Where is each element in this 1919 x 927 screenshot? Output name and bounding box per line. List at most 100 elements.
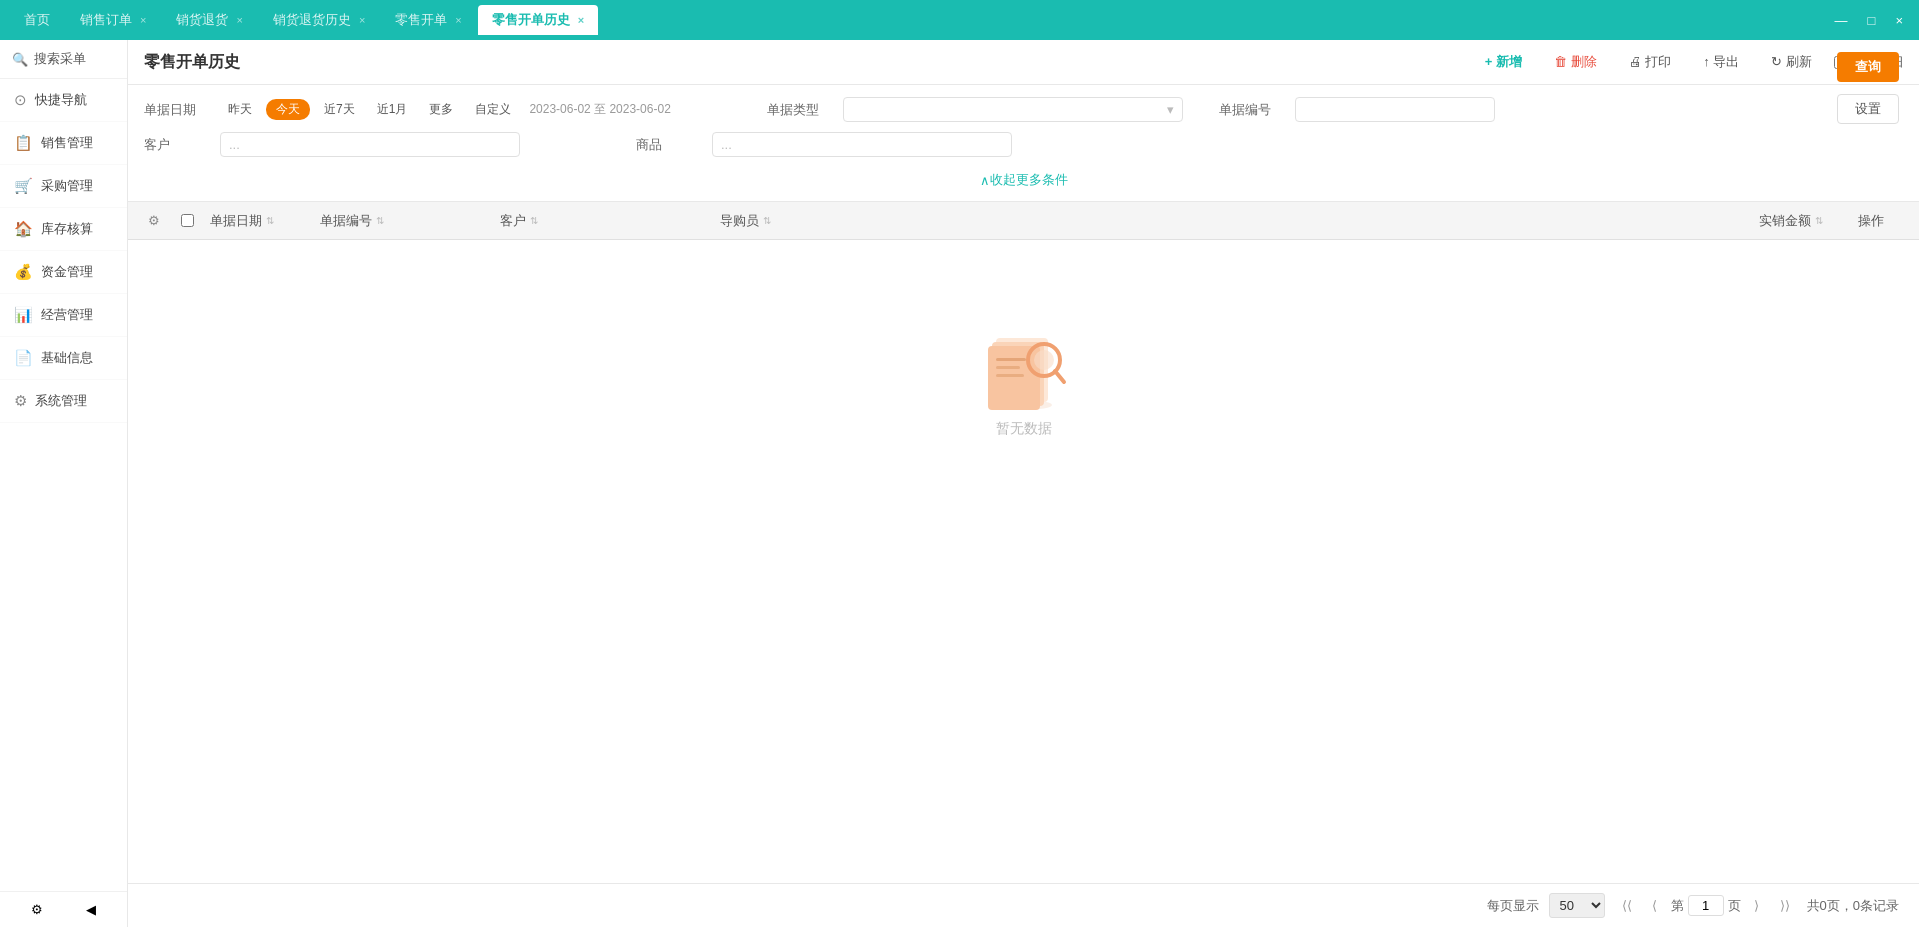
- refresh-button[interactable]: ↻ 刷新: [1761, 48, 1822, 76]
- col-amount-label: 实销金额: [1759, 212, 1811, 230]
- sidebar-item-资金管理[interactable]: 💰资金管理: [0, 251, 127, 294]
- query-button[interactable]: 查询: [1837, 52, 1899, 82]
- svg-rect-4: [996, 358, 1026, 361]
- tab-销货退货[interactable]: 销货退货×: [162, 5, 256, 35]
- sidebar-item-采购管理[interactable]: 🛒采购管理: [0, 165, 127, 208]
- sort-icon-num: ⇅: [376, 215, 384, 226]
- total-info: 共0页，0条记录: [1807, 897, 1899, 915]
- col-header-guide[interactable]: 导购员 ⇅: [712, 212, 832, 230]
- tab-销货退货历史[interactable]: 销货退货历史 ×: [259, 5, 379, 35]
- tab-销售订单[interactable]: 销售订单×: [66, 5, 160, 35]
- col-header-date[interactable]: 单据日期 ⇅: [202, 212, 312, 230]
- empty-state: 暂无数据: [128, 240, 1919, 518]
- export-button[interactable]: ↑ 导出: [1693, 48, 1749, 76]
- col-header-num[interactable]: 单据编号 ⇅: [312, 212, 492, 230]
- sidebar-icon: 📊: [14, 306, 33, 324]
- next-page-btn[interactable]: ⟩: [1745, 894, 1769, 918]
- sidebar-icon: ⚙: [14, 392, 27, 410]
- 1month-btn[interactable]: 近1月: [369, 99, 416, 120]
- customer-label: 客户: [144, 136, 204, 154]
- maximize-button[interactable]: □: [1862, 11, 1882, 30]
- collapse-button[interactable]: ∧ 收起更多条件: [144, 167, 1903, 193]
- empty-text: 暂无数据: [996, 420, 1052, 438]
- collapse-icon[interactable]: ◀: [86, 902, 96, 917]
- tab-close-icon[interactable]: ×: [140, 14, 146, 26]
- window-controls: — □ ×: [1829, 11, 1909, 30]
- page-label: 第: [1671, 897, 1684, 915]
- tab-label: 销货退货历史: [273, 11, 351, 29]
- sidebar-item-库存核算[interactable]: 🏠库存核算: [0, 208, 127, 251]
- sort-icon-date: ⇅: [266, 215, 274, 226]
- page-size-select[interactable]: 50 10 20 100: [1549, 893, 1605, 918]
- print-button[interactable]: 🖨 打印: [1619, 48, 1682, 76]
- sort-icon-amount: ⇅: [1815, 215, 1823, 226]
- type-select[interactable]: ▾: [843, 97, 1183, 122]
- date-range-display: 2023-06-02 至 2023-06-02: [529, 101, 670, 118]
- last-page-btn[interactable]: ⟩⟩: [1773, 894, 1797, 918]
- sidebar: 🔍 搜索采单 ⊙快捷导航 📋 销售管理 🛒采购管理🏠库存核算💰资金管理📊经营管理📄基础…: [0, 40, 128, 927]
- sidebar-item-label: 销售管理: [41, 134, 93, 152]
- filter-row-1: 单据日期 昨天 今天 近7天 近1月 更多 自定义 2023-06-02 至 2…: [144, 97, 1903, 122]
- first-page-btn[interactable]: ⟨⟨: [1615, 894, 1639, 918]
- num-label: 单据编号: [1219, 101, 1279, 119]
- sidebar-icon: ⊙: [14, 91, 27, 109]
- sidebar-item-销售管理[interactable]: 📋 销售管理: [0, 122, 127, 165]
- customer-value: ...: [229, 137, 240, 152]
- sidebar-item-label: 基础信息: [41, 349, 93, 367]
- custom-btn[interactable]: 自定义: [467, 99, 519, 120]
- setting-button[interactable]: 设置: [1837, 94, 1899, 124]
- tab-首页[interactable]: 首页: [10, 5, 64, 35]
- sidebar-item-系统管理[interactable]: ⚙ 系统管理: [0, 380, 127, 423]
- tab-零售开单历史[interactable]: 零售开单历史×: [478, 5, 598, 35]
- tab-close-icon[interactable]: ×: [455, 14, 461, 26]
- sort-icon-customer: ⇅: [530, 215, 538, 226]
- tab-list: 首页销售订单×销货退货×销货退货历史×零售开单×零售开单历史×: [10, 5, 1829, 35]
- date-label: 单据日期: [144, 101, 204, 119]
- goods-label: 商品: [636, 136, 696, 154]
- svg-rect-3: [988, 346, 1040, 410]
- page-title: 零售开单历史: [144, 52, 240, 73]
- sidebar-icon: 🛒: [14, 177, 33, 195]
- 7days-btn[interactable]: 近7天: [316, 99, 363, 120]
- col-num-label: 单据编号: [320, 212, 372, 230]
- yesterday-btn[interactable]: 昨天: [220, 99, 260, 120]
- col-header-ops: 操作: [1831, 212, 1911, 230]
- tab-close-icon[interactable]: ×: [578, 14, 584, 26]
- tab-close-icon[interactable]: ×: [359, 14, 365, 26]
- col-header-customer[interactable]: 客户 ⇅: [492, 212, 712, 230]
- sidebar-item-经营管理[interactable]: 📊经营管理: [0, 294, 127, 337]
- search-icon: 🔍: [12, 52, 28, 67]
- col-header-amount[interactable]: 实销金额 ⇅: [832, 212, 1831, 230]
- sidebar-item-label: 系统管理: [35, 392, 87, 410]
- type-dropdown-icon: ▾: [1167, 102, 1174, 117]
- tab-close-icon[interactable]: ×: [236, 14, 242, 26]
- more-btn[interactable]: 更多: [421, 99, 461, 120]
- delete-button[interactable]: 🗑 删除: [1544, 48, 1607, 76]
- svg-point-8: [1034, 350, 1054, 370]
- sidebar-icon: 💰: [14, 263, 33, 281]
- close-button[interactable]: ×: [1889, 11, 1909, 30]
- prev-page-btn[interactable]: ⟨: [1643, 894, 1667, 918]
- sidebar-search[interactable]: 🔍 搜索采单: [0, 40, 127, 79]
- num-input[interactable]: [1295, 97, 1495, 122]
- tab-零售开单[interactable]: 零售开单×: [381, 5, 475, 35]
- minimize-button[interactable]: —: [1829, 11, 1854, 30]
- empty-icon: [974, 320, 1074, 420]
- sidebar-bottom: ⚙ ◀: [0, 891, 127, 927]
- select-all-checkbox[interactable]: [172, 214, 202, 227]
- page-num-input[interactable]: 1: [1688, 895, 1724, 916]
- today-btn[interactable]: 今天: [266, 99, 310, 120]
- filter-area: 查询 设置 单据日期 昨天 今天 近7天 近1月 更多 自定义 2023-06-…: [128, 85, 1919, 202]
- add-button[interactable]: + 新增: [1475, 48, 1532, 76]
- page-nav: ⟨⟨ ⟨ 第 1 页 ⟩ ⟩⟩: [1615, 894, 1797, 918]
- sidebar-item-快捷导航[interactable]: ⊙快捷导航: [0, 79, 127, 122]
- column-settings-button[interactable]: ⚙: [136, 213, 172, 228]
- page-suffix: 页: [1728, 897, 1741, 915]
- sidebar-item-基础信息[interactable]: 📄基础信息: [0, 337, 127, 380]
- goods-select[interactable]: ...: [712, 132, 1012, 157]
- settings-icon[interactable]: ⚙: [31, 902, 43, 917]
- col-guide-label: 导购员: [720, 212, 759, 230]
- customer-select[interactable]: ...: [220, 132, 520, 157]
- sidebar-icon: 📋: [14, 134, 33, 152]
- page-size-label: 每页显示: [1487, 897, 1539, 915]
